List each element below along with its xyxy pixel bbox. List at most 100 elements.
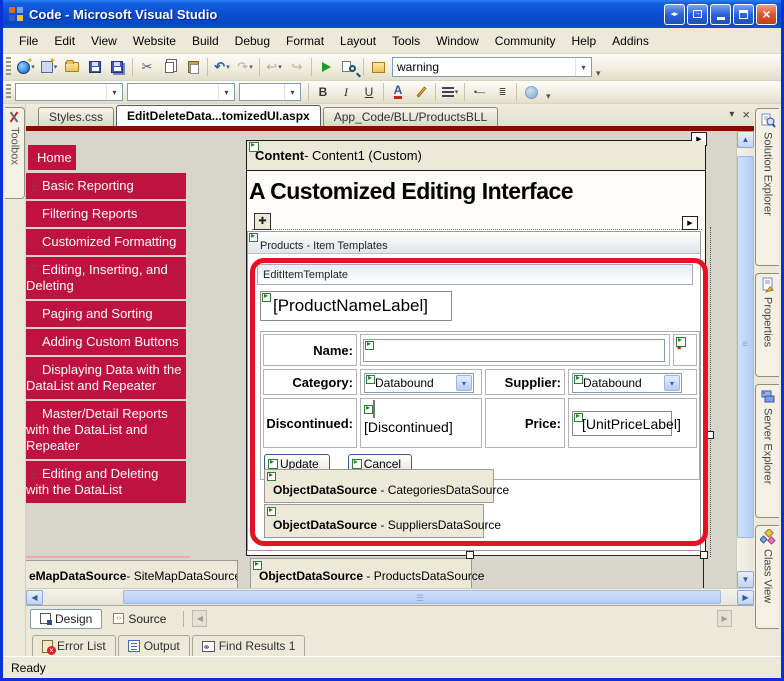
navigate-backward-button[interactable]: ↩▾ bbox=[263, 56, 285, 78]
nav-link-basic-reporting[interactable]: Basic Reporting bbox=[26, 173, 186, 199]
toolbox-tab[interactable]: Toolbox bbox=[5, 107, 25, 199]
menu-view[interactable]: View bbox=[83, 31, 125, 51]
save-button[interactable] bbox=[84, 56, 106, 78]
menu-tools[interactable]: Tools bbox=[384, 31, 428, 51]
suppliers-datasource-control[interactable]: ObjectDataSource - SuppliersDataSource bbox=[264, 504, 484, 538]
menu-window[interactable]: Window bbox=[428, 31, 487, 51]
find-combo[interactable]: warning ▾ bbox=[392, 57, 592, 77]
move-handle-icon[interactable]: ✚ bbox=[254, 213, 271, 230]
open-file-button[interactable] bbox=[61, 56, 83, 78]
bold-button[interactable]: B bbox=[312, 83, 334, 102]
name-textbox[interactable] bbox=[363, 339, 665, 362]
close-document-icon[interactable]: × bbox=[742, 107, 750, 122]
navigate-forward-button[interactable]: ↪ bbox=[286, 56, 308, 78]
product-name-label-control[interactable]: [ProductNameLabel] bbox=[260, 291, 452, 321]
horizontal-scroll-track[interactable] bbox=[43, 589, 737, 605]
font-size-combo[interactable]: ▾ bbox=[239, 83, 301, 101]
nav-link-paging-sorting[interactable]: Paging and Sorting bbox=[26, 301, 186, 327]
nav-link-adding-custom-buttons[interactable]: Adding Custom Buttons bbox=[26, 329, 186, 355]
find-combo-dropdown-icon[interactable]: ▾ bbox=[575, 58, 591, 76]
menu-format[interactable]: Format bbox=[278, 31, 332, 51]
source-view-tab[interactable]: ‹› Source bbox=[104, 609, 175, 629]
style-combo[interactable]: ▾ bbox=[15, 83, 123, 101]
alignment-button[interactable]: ▾ bbox=[439, 83, 461, 102]
copy-button[interactable] bbox=[159, 56, 181, 78]
content-control[interactable]: ▶ Content - Content1 (Custom) A Customiz… bbox=[246, 140, 706, 556]
underline-button[interactable]: U bbox=[358, 83, 380, 102]
nav-link-customized-formatting[interactable]: Customized Formatting bbox=[26, 229, 186, 255]
scroll-up-button[interactable]: ▲ bbox=[737, 131, 754, 148]
save-all-button[interactable] bbox=[107, 56, 129, 78]
menu-website[interactable]: Website bbox=[125, 31, 184, 51]
cut-button[interactable]: ✂ bbox=[136, 56, 158, 78]
selection-handle[interactable] bbox=[466, 551, 474, 559]
vertical-scroll-thumb[interactable] bbox=[737, 156, 754, 538]
selection-handle[interactable] bbox=[700, 551, 708, 559]
toolbar-overflow-chevron[interactable]: ▾ bbox=[543, 91, 554, 102]
properties-tab[interactable]: Properties bbox=[755, 273, 779, 377]
vertical-scrollbar[interactable]: ▲ ▼ bbox=[736, 131, 754, 588]
toolbar-grip[interactable] bbox=[6, 84, 11, 100]
add-new-item-button[interactable]: ▾ bbox=[38, 56, 60, 78]
font-color-button[interactable]: A bbox=[387, 83, 409, 102]
discontinued-checkbox[interactable] bbox=[373, 400, 375, 418]
edit-item-template-header[interactable]: EditItemTemplate bbox=[257, 264, 693, 285]
horizontal-scroll-thumb[interactable] bbox=[123, 590, 721, 604]
highlight-button[interactable] bbox=[410, 83, 432, 102]
toolbar-overflow-chevron[interactable]: ▾ bbox=[593, 68, 604, 79]
datalist-header[interactable]: Products - Item Templates bbox=[248, 232, 700, 254]
font-combo[interactable]: ▾ bbox=[127, 83, 235, 101]
start-debugging-button[interactable] bbox=[315, 56, 337, 78]
design-surface[interactable]: Home Basic Reporting Filtering Reports C… bbox=[26, 131, 736, 588]
tag-navigator-back-button[interactable]: ◀ bbox=[192, 610, 207, 627]
nav-link-master-detail[interactable]: Master/Detail Reports with the DataList … bbox=[26, 401, 186, 459]
nav-link-editing-deleting-datalist[interactable]: Editing and Deleting with the DataList bbox=[26, 461, 186, 503]
new-website-button[interactable]: ▾ bbox=[15, 56, 37, 78]
undo-button[interactable]: ↶▾ bbox=[211, 56, 233, 78]
class-view-tab[interactable]: Class View bbox=[755, 525, 779, 629]
nav-link-displaying-data[interactable]: Displaying Data with the DataList and Re… bbox=[26, 357, 186, 399]
solution-explorer-tab[interactable]: Solution Explorer bbox=[755, 108, 779, 266]
tab-productsbll[interactable]: App_Code/BLL/ProductsBLL bbox=[323, 107, 498, 126]
category-dropdown-arrow-icon[interactable]: ▾ bbox=[456, 375, 472, 391]
paste-button[interactable] bbox=[182, 56, 204, 78]
menu-help[interactable]: Help bbox=[563, 31, 604, 51]
find-combo-value[interactable]: warning bbox=[393, 60, 575, 74]
sitemapdatasource-control[interactable]: eMapDataSource - SiteMapDataSource1 bbox=[26, 560, 238, 588]
tag-navigator-forward-button[interactable]: ▶ bbox=[717, 610, 732, 627]
nav-link-editing-inserting-deleting[interactable]: Editing, Inserting, and Deleting bbox=[26, 257, 186, 299]
scroll-down-button[interactable]: ▼ bbox=[737, 571, 754, 588]
menu-edit[interactable]: Edit bbox=[46, 31, 83, 51]
menu-addins[interactable]: Addins bbox=[604, 31, 657, 51]
minimize-button[interactable] bbox=[710, 4, 731, 25]
scroll-right-button[interactable]: ▶ bbox=[737, 590, 754, 605]
menu-build[interactable]: Build bbox=[184, 31, 227, 51]
numbered-list-button[interactable]: ≣ bbox=[491, 83, 513, 102]
redo-button[interactable]: ↷▾ bbox=[234, 56, 256, 78]
toolbar-grip[interactable] bbox=[6, 57, 11, 76]
content-control-header[interactable]: Content - Content1 (Custom) bbox=[247, 141, 705, 171]
undock-button[interactable]: → bbox=[687, 4, 708, 25]
unit-price-label-control[interactable]: [UnitPriceLabel] bbox=[572, 411, 672, 436]
close-button[interactable]: × bbox=[756, 4, 777, 25]
italic-button[interactable]: I bbox=[335, 83, 357, 102]
products-datasource-control[interactable]: ObjectDataSource - ProductsDataSource bbox=[250, 558, 472, 588]
supplier-dropdown-arrow-icon[interactable]: ▾ bbox=[664, 375, 680, 391]
category-dropdown[interactable]: Databound ▾ bbox=[364, 373, 474, 393]
selection-handle[interactable] bbox=[706, 431, 714, 439]
preview-in-browser-button[interactable] bbox=[338, 56, 360, 78]
caption-arrows-button[interactable]: ◂▸ bbox=[664, 4, 685, 25]
categories-datasource-control[interactable]: ObjectDataSource - CategoriesDataSource bbox=[264, 469, 494, 503]
design-view-tab[interactable]: Design bbox=[30, 609, 102, 629]
menu-file[interactable]: File bbox=[11, 31, 46, 51]
menu-debug[interactable]: Debug bbox=[227, 31, 278, 51]
find-results-tab[interactable]: Find Results 1 bbox=[192, 635, 306, 656]
bullet-list-button[interactable]: •— bbox=[468, 83, 490, 102]
horizontal-scrollbar[interactable]: ◀ ▶ bbox=[26, 588, 754, 605]
supplier-dropdown[interactable]: Databound ▾ bbox=[572, 373, 682, 393]
error-list-tab[interactable]: Error List bbox=[32, 635, 116, 656]
server-explorer-tab[interactable]: Server Explorer bbox=[755, 384, 779, 518]
maximize-button[interactable] bbox=[733, 4, 754, 25]
hyperlink-button[interactable] bbox=[520, 83, 542, 102]
nav-link-filtering-reports[interactable]: Filtering Reports bbox=[26, 201, 186, 227]
